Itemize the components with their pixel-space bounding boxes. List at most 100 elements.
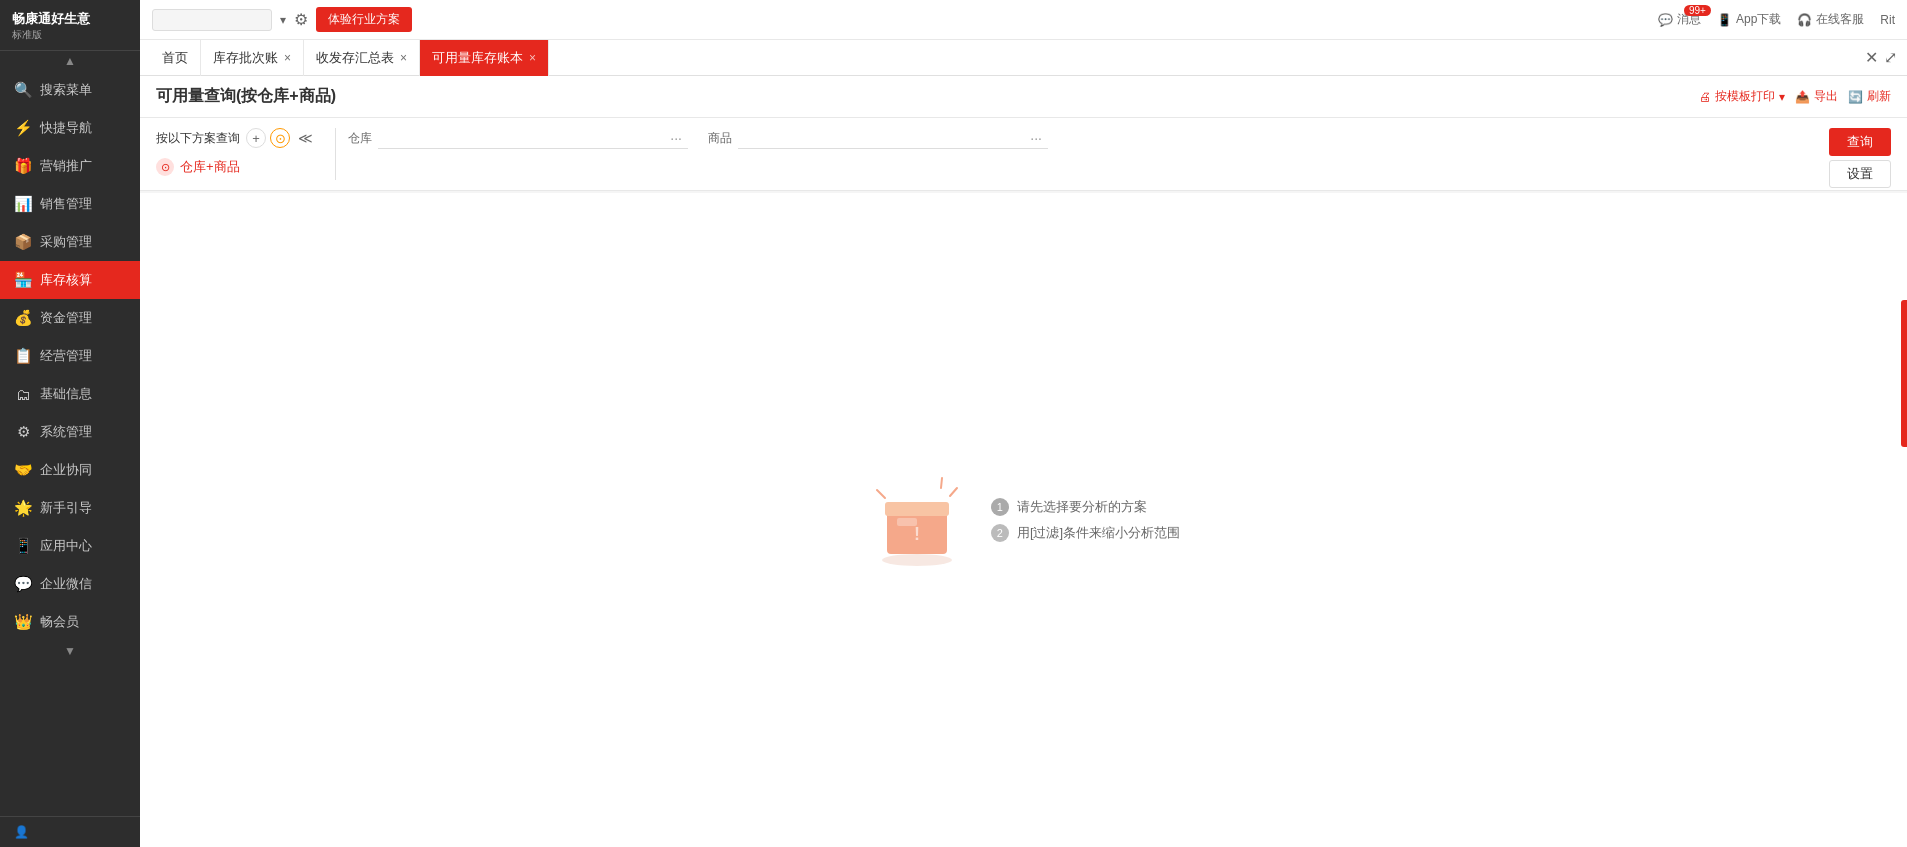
scheme-icons: + ⊙ ≪ (246, 128, 317, 148)
sidebar-item-label: 快捷导航 (40, 119, 92, 137)
online-service-button[interactable]: 🎧 在线客服 (1797, 11, 1864, 28)
tab-available-ledger-close[interactable]: × (529, 52, 536, 64)
resize-handle[interactable] (1901, 300, 1907, 447)
warehouse-filter-field: 仓库 ··· (348, 128, 688, 149)
message-button[interactable]: 💬 消息 99+ (1658, 11, 1701, 28)
sidebar-item-newbie[interactable]: 🌟 新手引导 (0, 489, 140, 527)
sidebar-scroll-up[interactable]: ▲ (0, 51, 140, 71)
warehouse-more-icon[interactable]: ··· (670, 130, 682, 146)
filter-fields: 仓库 ··· 商品 ··· (348, 128, 1891, 149)
tab-batch-account-label: 库存批次账 (213, 49, 278, 67)
gear-icon: ⚙ (14, 423, 32, 441)
empty-inner: ! 1 请先选择要分析的方案 2 用[过滤]条件来缩小分 (867, 470, 1180, 570)
goods-more-icon[interactable]: ··· (1030, 130, 1042, 146)
sidebar-scroll-down[interactable]: ▼ (0, 641, 140, 661)
tab-bar: 首页 库存批次账 × 收发存汇总表 × 可用量库存账本 × ✕ ⤢ (140, 40, 1907, 76)
svg-rect-2 (885, 502, 949, 516)
sidebar-item-marketing[interactable]: 🎁 营销推广 (0, 147, 140, 185)
sidebar-item-label: 企业协同 (40, 461, 92, 479)
wechat-icon: 💬 (14, 575, 32, 593)
tab-receipt-summary[interactable]: 收发存汇总表 × (304, 40, 420, 76)
settings-scheme-button[interactable]: ⊙ (270, 128, 290, 148)
goods-filter-field: 商品 ··· (708, 128, 1048, 149)
svg-point-0 (882, 554, 952, 566)
topbar-search-input[interactable] (152, 9, 272, 31)
user-profile-button[interactable]: Rit (1880, 13, 1895, 27)
tab-receipt-summary-close[interactable]: × (400, 52, 407, 64)
tip-text-1: 请先选择要分析的方案 (1017, 498, 1147, 516)
export-label: 导出 (1814, 88, 1838, 105)
tip-number-2: 2 (991, 524, 1009, 542)
goods-input-wrap: ··· (738, 128, 1048, 149)
print-template-button[interactable]: 🖨 按模板打印 ▾ (1699, 88, 1785, 105)
sidebar-item-label: 经营管理 (40, 347, 92, 365)
tab-actions: ✕ ⤢ (1855, 48, 1897, 67)
sidebar-item-system[interactable]: ⚙ 系统管理 (0, 413, 140, 451)
sidebar-item-search[interactable]: 🔍 搜索菜单 (0, 71, 140, 109)
gift-icon: 🎁 (14, 157, 32, 175)
tip-number-1: 1 (991, 498, 1009, 516)
sidebar-item-label: 新手引导 (40, 499, 92, 517)
topbar-dropdown-icon[interactable]: ▾ (280, 13, 286, 27)
print-icon: 🖨 (1699, 90, 1711, 104)
sidebar-item-purchase[interactable]: 📦 采购管理 (0, 223, 140, 261)
sidebar-item-business[interactable]: 📋 经营管理 (0, 337, 140, 375)
empty-tip-2: 2 用[过滤]条件来缩小分析范围 (991, 524, 1180, 542)
sidebar-item-label: 库存核算 (40, 271, 92, 289)
search-icon: 🔍 (14, 81, 32, 99)
phone-icon: 📱 (14, 537, 32, 555)
sidebar-item-label: 畅会员 (40, 613, 79, 631)
sidebar-item-enterprise[interactable]: 🤝 企业协同 (0, 451, 140, 489)
clipboard-icon: 📋 (14, 347, 32, 365)
sidebar: 畅康通好生意 标准版 ▲ 🔍 搜索菜单 ⚡ 快捷导航 🎁 营销推广 📊 销售管理… (0, 0, 140, 847)
user-icon: 👤 (14, 825, 29, 839)
topbar: ▾ ⚙ 体验行业方案 💬 消息 99+ 📱 App下载 🎧 在线客服 Rit (140, 0, 1907, 40)
scheme-warehouse-goods[interactable]: ⊙ 仓库+商品 (156, 154, 323, 180)
maximize-icon[interactable]: ⤢ (1884, 48, 1897, 67)
close-all-icon[interactable]: ✕ (1865, 48, 1878, 67)
empty-svg-illustration: ! (867, 470, 967, 570)
app-name: 畅康通好生意 (12, 10, 128, 28)
goods-label: 商品 (708, 130, 732, 147)
message-icon: 💬 (1658, 13, 1673, 27)
sidebar-item-label: 营销推广 (40, 157, 92, 175)
setting-button[interactable]: 设置 (1829, 160, 1891, 188)
tab-receipt-summary-label: 收发存汇总表 (316, 49, 394, 67)
tab-available-ledger-label: 可用量库存账本 (432, 49, 523, 67)
sidebar-item-inventory[interactable]: 🏪 库存核算 (0, 261, 140, 299)
service-label: 在线客服 (1816, 11, 1864, 28)
export-button[interactable]: 📤 导出 (1795, 88, 1838, 105)
sidebar-item-finance[interactable]: 💰 资金管理 (0, 299, 140, 337)
sidebar-item-appcenter[interactable]: 📱 应用中心 (0, 527, 140, 565)
tab-available-ledger[interactable]: 可用量库存账本 × (420, 40, 549, 76)
tab-batch-account[interactable]: 库存批次账 × (201, 40, 304, 76)
chart-icon: 📊 (14, 195, 32, 213)
industry-solution-button[interactable]: 体验行业方案 (316, 7, 412, 32)
topbar-settings-icon[interactable]: ⚙ (294, 10, 308, 29)
refresh-button[interactable]: 🔄 刷新 (1848, 88, 1891, 105)
tab-home[interactable]: 首页 (150, 40, 201, 76)
warehouse-input[interactable] (384, 131, 666, 145)
handshake-icon: 🤝 (14, 461, 32, 479)
sidebar-item-wechat[interactable]: 💬 企业微信 (0, 565, 140, 603)
main-area: ▾ ⚙ 体验行业方案 💬 消息 99+ 📱 App下载 🎧 在线客服 Rit 首… (140, 0, 1907, 847)
tip-text-2: 用[过滤]条件来缩小分析范围 (1017, 524, 1180, 542)
app-download-label: App下载 (1736, 11, 1781, 28)
page-title: 可用量查询(按仓库+商品) (156, 86, 336, 107)
sidebar-item-shortcut[interactable]: ⚡ 快捷导航 (0, 109, 140, 147)
topbar-right: 💬 消息 99+ 📱 App下载 🎧 在线客服 Rit (1658, 11, 1895, 28)
empty-tip-1: 1 请先选择要分析的方案 (991, 498, 1180, 516)
page-actions: 🖨 按模板打印 ▾ 📤 导出 🔄 刷新 (1699, 88, 1891, 105)
sidebar-item-sales[interactable]: 📊 销售管理 (0, 185, 140, 223)
sidebar-item-label: 搜索菜单 (40, 81, 92, 99)
sidebar-item-baseinfo[interactable]: 🗂 基础信息 (0, 375, 140, 413)
tab-batch-account-close[interactable]: × (284, 52, 291, 64)
sidebar-bottom[interactable]: 👤 (0, 816, 140, 847)
app-download-button[interactable]: 📱 App下载 (1717, 11, 1781, 28)
collapse-scheme-button[interactable]: ≪ (294, 128, 317, 148)
add-scheme-button[interactable]: + (246, 128, 266, 148)
sidebar-item-label: 采购管理 (40, 233, 92, 251)
query-button[interactable]: 查询 (1829, 128, 1891, 156)
sidebar-item-member[interactable]: 👑 畅会员 (0, 603, 140, 641)
goods-input[interactable] (744, 131, 1026, 145)
